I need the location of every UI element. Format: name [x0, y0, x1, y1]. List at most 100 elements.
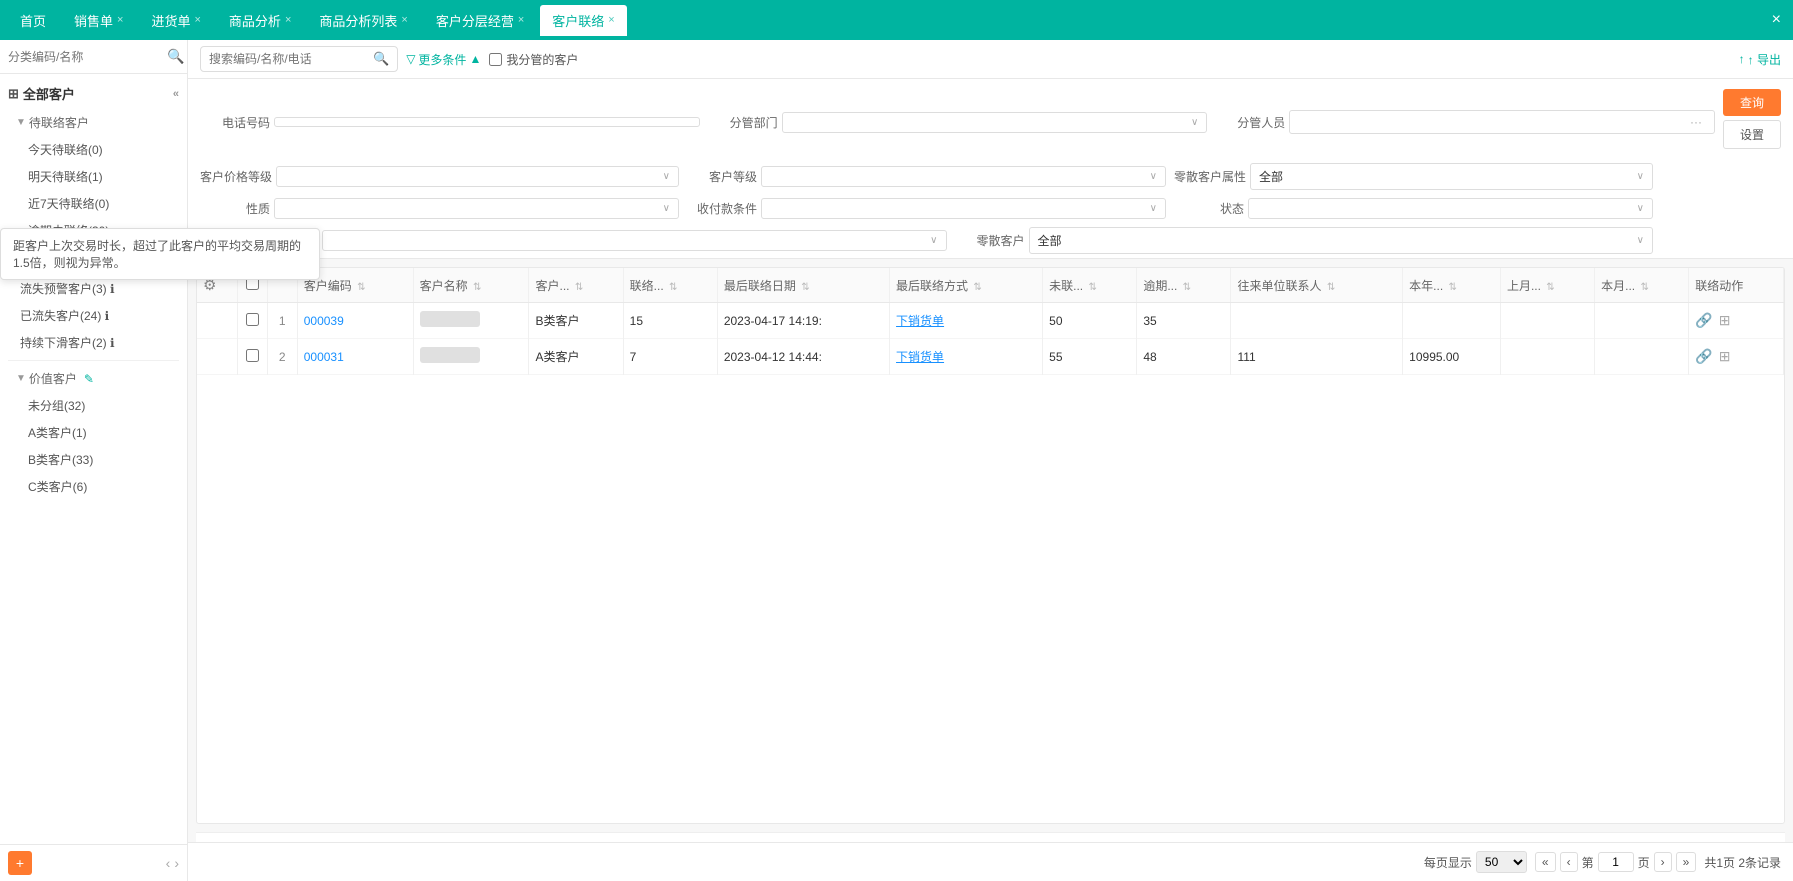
nav-item-customer-layer[interactable]: 客户分层经营 ×	[424, 5, 536, 36]
sort-icon-unlink[interactable]: ⇅	[1089, 282, 1097, 293]
sort-icon-method[interactable]: ⇅	[973, 282, 981, 293]
sidebar-next-icon[interactable]: ›	[174, 855, 179, 871]
sidebar-item-ungroup[interactable]: 未分组(32)	[8, 392, 187, 419]
sort-icon-code[interactable]: ⇅	[357, 282, 365, 293]
sidebar-item-c-class[interactable]: C类客户(6)	[8, 473, 187, 500]
row2-name[interactable]	[413, 339, 529, 375]
nav-item-home[interactable]: 首页	[8, 5, 58, 36]
nav-item-purchase[interactable]: 进货单 ×	[139, 5, 212, 36]
row1-grid-icon[interactable]: ⊞	[1719, 312, 1731, 329]
overdue-col-header[interactable]: 逾期... ⇅	[1137, 268, 1231, 303]
row2-grid-icon[interactable]: ⊞	[1719, 348, 1731, 365]
last-method-col-header[interactable]: 最后联络方式 ⇅	[890, 268, 1043, 303]
current-page-input[interactable]	[1598, 852, 1634, 872]
nav-close-sales[interactable]: ×	[117, 14, 123, 26]
row2-link-icon[interactable]: 🔗	[1695, 348, 1712, 365]
nav-close-analysis-list[interactable]: ×	[401, 14, 407, 26]
sidebar-add-button[interactable]: +	[8, 851, 32, 875]
status-dropdown[interactable]: ∨	[1248, 198, 1653, 219]
sidebar-item-b-class[interactable]: B类客户(33)	[8, 446, 187, 473]
sidebar-item-today[interactable]: 今天待联络(0)	[8, 136, 187, 163]
nav-close-analysis[interactable]: ×	[285, 14, 291, 26]
nav-close-customer-layer[interactable]: ×	[518, 14, 524, 26]
search-input[interactable]	[209, 52, 369, 66]
sort-icon-last-month[interactable]: ⇅	[1546, 282, 1554, 293]
row1-checkbox[interactable]	[237, 303, 267, 339]
sidebar-search-icon[interactable]: 🔍	[167, 48, 184, 65]
manager-ellipsis[interactable]: ···	[1289, 110, 1715, 134]
contact-col-header[interactable]: 联络... ⇅	[623, 268, 717, 303]
filter-field-customer-level: 客户等级 ∨	[687, 166, 1166, 187]
sort-icon-month[interactable]: ⇅	[1640, 282, 1648, 293]
sidebar-value-title[interactable]: ▼ 价值客户 ✎	[8, 365, 187, 392]
row2-checkbox[interactable]	[237, 339, 267, 375]
sort-icon-type[interactable]: ⇅	[575, 282, 583, 293]
sidebar-item-7days[interactable]: 近7天待联络(0)	[8, 190, 187, 217]
sort-icon-person[interactable]: ⇅	[1327, 282, 1335, 293]
edit-icon[interactable]: ✎	[84, 372, 94, 386]
this-year-col-header[interactable]: 本年... ⇅	[1403, 268, 1501, 303]
row1-method-link[interactable]: 下销货单	[896, 314, 944, 328]
type-col-header[interactable]: 客户... ⇅	[529, 268, 623, 303]
sort-icon-date[interactable]: ⇅	[801, 282, 809, 293]
nature-dropdown[interactable]: ∨	[274, 198, 679, 219]
sidebar-collapse-button[interactable]: «	[173, 88, 179, 100]
nav-item-sales[interactable]: 销售单 ×	[62, 5, 135, 36]
page-size-dropdown[interactable]: 20 50 100	[1476, 851, 1527, 873]
more-conditions-button[interactable]: ▽ 更多条件 ▲	[406, 51, 481, 68]
sidebar-prev-icon[interactable]: ‹	[166, 855, 171, 871]
settings-button[interactable]: 设置	[1723, 120, 1781, 149]
nav-close-purchase[interactable]: ×	[194, 14, 200, 26]
sidebar-all-customers[interactable]: ⊞ 全部客户 «	[0, 78, 187, 109]
row1-last-method[interactable]: 下销货单	[890, 303, 1043, 339]
dept-dropdown[interactable]: ∨	[782, 112, 1208, 133]
nav-close-customer-contact[interactable]: ×	[608, 14, 614, 26]
sidebar-content: ⊞ 全部客户 « ▼ 待联络客户 今天待联络(0) 明天待联络(1) 近7天待联…	[0, 74, 187, 844]
first-page-button[interactable]: «	[1535, 852, 1556, 872]
sort-icon-year[interactable]: ⇅	[1449, 282, 1457, 293]
row1-link-icon[interactable]: 🔗	[1695, 312, 1712, 329]
name-col-header[interactable]: 客户名称 ⇅	[413, 268, 529, 303]
last-page-button[interactable]: »	[1676, 852, 1697, 872]
price-level-dropdown[interactable]: ∨	[276, 166, 679, 187]
last-month-col-header[interactable]: 上月... ⇅	[1500, 268, 1594, 303]
retail-customer-dropdown[interactable]: 全部 ∨	[1029, 227, 1654, 254]
sidebar-search-input[interactable]	[8, 50, 163, 64]
contact-person-col-header[interactable]: 往来单位联系人 ⇅	[1231, 268, 1403, 303]
this-month-col-header[interactable]: 本月... ⇅	[1595, 268, 1689, 303]
unlink-col-header[interactable]: 未联... ⇅	[1043, 268, 1137, 303]
sidebar-pending-contact-title[interactable]: ▼ 待联络客户	[8, 109, 187, 136]
nav-item-analysis[interactable]: 商品分析 ×	[217, 5, 303, 36]
customer-level-dropdown[interactable]: ∨	[761, 166, 1166, 187]
export-button[interactable]: ↑ ↑ 导出	[1739, 51, 1781, 68]
row2-code[interactable]: 000031	[297, 339, 413, 375]
nav-item-analysis-list[interactable]: 商品分析列表 ×	[307, 5, 419, 36]
window-close-button[interactable]: ×	[1772, 11, 1781, 29]
search-icon[interactable]: 🔍	[373, 51, 389, 67]
my-customers-check-input[interactable]	[489, 53, 502, 66]
sort-icon-overdue[interactable]: ⇅	[1183, 282, 1191, 293]
query-button[interactable]: 查询	[1723, 89, 1781, 116]
my-customers-checkbox[interactable]: 我分管的客户	[489, 51, 578, 68]
table-horizontal-scrollbar[interactable]	[196, 832, 1785, 842]
prev-page-button[interactable]: ‹	[1560, 852, 1578, 872]
sidebar-item-a-class[interactable]: A类客户(1)	[8, 419, 187, 446]
row1-name[interactable]	[413, 303, 529, 339]
row2-check-input[interactable]	[246, 349, 259, 362]
phone-input[interactable]	[274, 117, 700, 127]
payment-dropdown[interactable]: ∨	[761, 198, 1166, 219]
sidebar-item-churned[interactable]: 已流失客户(24) ℹ	[0, 302, 187, 329]
row1-code[interactable]: 000039	[297, 303, 413, 339]
sidebar-item-tomorrow[interactable]: 明天待联络(1)	[8, 163, 187, 190]
sort-icon-contact[interactable]: ⇅	[669, 282, 677, 293]
nav-item-customer-contact[interactable]: 客户联络 ×	[540, 5, 626, 36]
retail-attr-dropdown[interactable]: 全部 ∨	[1250, 163, 1653, 190]
next-page-button[interactable]: ›	[1654, 852, 1672, 872]
customer-type-dropdown[interactable]: ∨	[322, 230, 947, 251]
sidebar-item-declining[interactable]: 持续下滑客户(2) ℹ	[0, 329, 187, 356]
row2-method-link[interactable]: 下销货单	[896, 350, 944, 364]
row2-last-method[interactable]: 下销货单	[890, 339, 1043, 375]
last-date-col-header[interactable]: 最后联络日期 ⇅	[717, 268, 889, 303]
row1-check-input[interactable]	[246, 313, 259, 326]
sort-icon-name[interactable]: ⇅	[473, 282, 481, 293]
